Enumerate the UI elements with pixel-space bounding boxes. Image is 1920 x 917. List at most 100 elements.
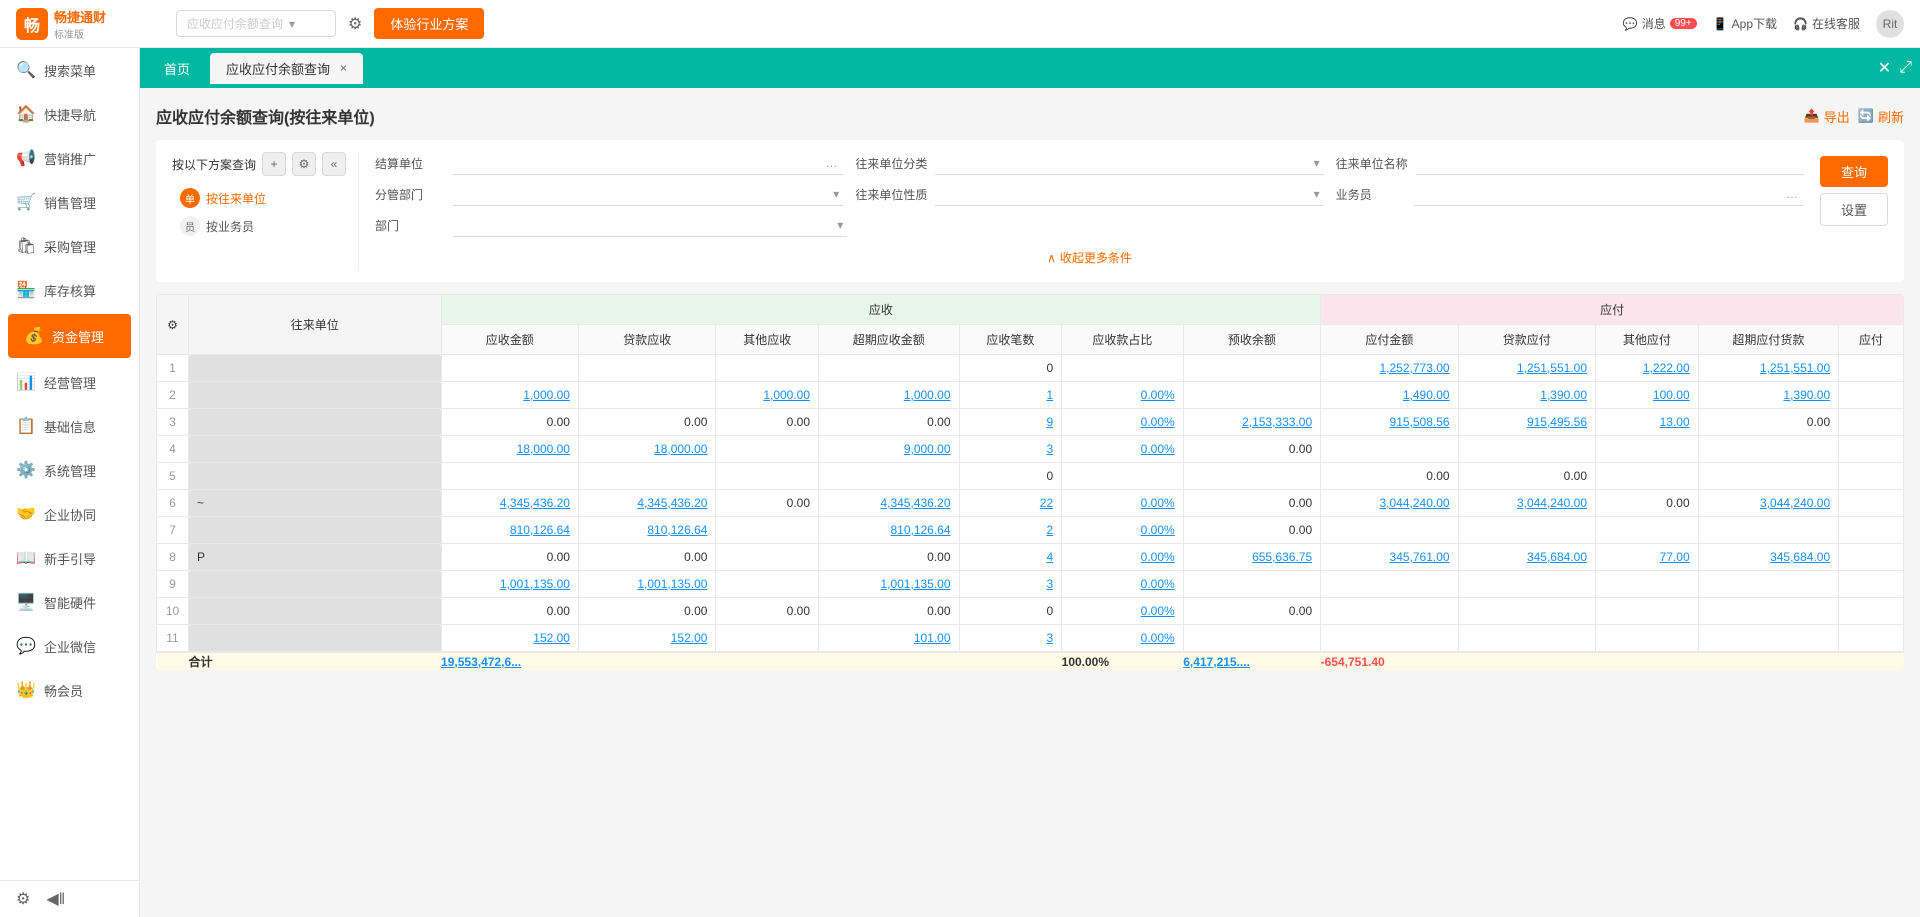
sidebar-item-marketing[interactable]: 📢 营销推广 <box>0 136 139 180</box>
scheme-by-partner[interactable]: 单 按往来单位 <box>172 184 346 212</box>
row-cell[interactable]: 810,126.64 <box>578 517 715 544</box>
row-cell[interactable]: 18,000.00 <box>441 436 578 463</box>
row-cell[interactable]: 18,000.00 <box>578 436 715 463</box>
row-cell[interactable]: 2 <box>959 517 1062 544</box>
tab-home[interactable]: 首页 <box>148 53 206 84</box>
row-cell[interactable]: 0.00% <box>1062 436 1184 463</box>
footer-total-receivable[interactable]: 19,553,472,6... <box>441 652 578 670</box>
row-cell[interactable]: 13.00 <box>1596 409 1699 436</box>
row-cell[interactable]: 1,490.00 <box>1321 382 1458 409</box>
row-cell[interactable]: 4,345,436.20 <box>819 490 960 517</box>
row-cell[interactable]: 3,044,240.00 <box>1458 490 1595 517</box>
row-cell[interactable]: 0.00% <box>1062 625 1184 653</box>
sidebar-item-sales[interactable]: 🛒 销售管理 <box>0 180 139 224</box>
query-button[interactable]: 查询 <box>1820 156 1888 187</box>
field-section-dept-input[interactable]: ▾ <box>453 214 847 237</box>
row-cell[interactable]: 915,508.56 <box>1321 409 1458 436</box>
sidebar-item-hardware[interactable]: 🖥️ 智能硬件 <box>0 580 139 624</box>
field-dept-input[interactable]: ▾ <box>453 183 843 206</box>
set-button[interactable]: 设置 <box>1820 193 1888 226</box>
settings-icon[interactable]: ⚙ <box>348 14 362 34</box>
app-download-item[interactable]: 📱 App下载 <box>1713 15 1777 32</box>
row-cell[interactable]: 0.00% <box>1062 598 1184 625</box>
field-salesperson-input[interactable]: … <box>1414 183 1804 206</box>
close-window-btn[interactable]: ✕ <box>1878 58 1891 78</box>
promo-button[interactable]: 体验行业方案 <box>374 8 484 39</box>
field-partner-name-input[interactable] <box>1416 152 1804 175</box>
row-cell[interactable]: 4,345,436.20 <box>578 490 715 517</box>
row-cell[interactable]: 1,390.00 <box>1698 382 1839 409</box>
row-cell[interactable]: 915,495.56 <box>1458 409 1595 436</box>
settings-header[interactable]: ⚙ <box>157 295 189 355</box>
row-cell[interactable]: 1,001,135.00 <box>819 571 960 598</box>
row-cell[interactable]: 0.00% <box>1062 571 1184 598</box>
row-cell[interactable]: 1,390.00 <box>1458 382 1595 409</box>
row-cell[interactable]: 9 <box>959 409 1062 436</box>
breadcrumb-box[interactable]: 应收应付余额查询 ▾ <box>176 10 336 37</box>
tab-active[interactable]: 应收应付余额查询 × <box>210 53 363 84</box>
collapse-filter-btn[interactable]: « <box>322 152 346 176</box>
sidebar-item-nav[interactable]: 🏠 快捷导航 <box>0 92 139 136</box>
row-cell[interactable]: 1,001,135.00 <box>578 571 715 598</box>
row-cell[interactable]: 77.00 <box>1596 544 1699 571</box>
scheme-by-staff[interactable]: 员 按业务员 <box>172 212 346 240</box>
sidebar-item-operation[interactable]: 📊 经营管理 <box>0 360 139 404</box>
row-cell[interactable]: 152.00 <box>578 625 715 653</box>
row-cell[interactable]: 0.00% <box>1062 382 1184 409</box>
row-cell[interactable]: 345,684.00 <box>1698 544 1839 571</box>
row-cell[interactable]: 3 <box>959 571 1062 598</box>
row-cell[interactable]: 1,252,773.00 <box>1321 355 1458 382</box>
row-cell[interactable]: 0.00% <box>1062 409 1184 436</box>
footer-advance[interactable]: 6,417,215.... <box>1183 652 1320 670</box>
sidebar-item-finance[interactable]: 💰 资金管理 <box>8 314 131 358</box>
user-avatar[interactable]: Rit <box>1876 10 1904 38</box>
sidebar-item-system[interactable]: ⚙️ 系统管理 <box>0 448 139 492</box>
expand-window-btn[interactable]: ⤢ <box>1899 59 1912 77</box>
row-cell[interactable]: 1,001,135.00 <box>441 571 578 598</box>
row-cell[interactable]: 655,636.75 <box>1183 544 1320 571</box>
refresh-button[interactable]: 🔄 刷新 <box>1858 107 1904 126</box>
row-cell[interactable]: 3 <box>959 625 1062 653</box>
row-cell[interactable]: 345,761.00 <box>1321 544 1458 571</box>
field-settlement-input[interactable]: … <box>453 152 843 175</box>
row-cell[interactable]: 345,684.00 <box>1458 544 1595 571</box>
table-wrapper[interactable]: ⚙ 往来单位 应收 应付 应收金额 贷款应收 其他应收 超期应收金额 应收笔数 … <box>156 294 1904 670</box>
gear-bottom-icon[interactable]: ⚙ <box>16 889 30 909</box>
scheme-setting-btn[interactable]: ⚙ <box>292 152 316 176</box>
field-partner-category-input[interactable]: ▾ <box>935 152 1323 175</box>
field-partner-type-input[interactable]: ▾ <box>935 183 1323 206</box>
row-cell[interactable]: 4 <box>959 544 1062 571</box>
sidebar-item-purchase[interactable]: 🛍 采购管理 <box>0 224 139 268</box>
row-cell[interactable]: 22 <box>959 490 1062 517</box>
sidebar-item-search[interactable]: 🔍 搜索菜单 <box>0 48 139 92</box>
row-cell[interactable]: 3,044,240.00 <box>1698 490 1839 517</box>
row-cell[interactable]: 100.00 <box>1596 382 1699 409</box>
row-cell[interactable]: 1,000.00 <box>819 382 960 409</box>
row-cell[interactable]: 3,044,240.00 <box>1321 490 1458 517</box>
row-cell[interactable]: 810,126.64 <box>819 517 960 544</box>
row-cell[interactable]: 810,126.64 <box>441 517 578 544</box>
export-button[interactable]: 📤 导出 <box>1804 107 1850 126</box>
row-cell[interactable]: 101.00 <box>819 625 960 653</box>
collapse-sidebar-icon[interactable]: ◀‖ <box>46 889 65 909</box>
row-cell[interactable]: 2,153,333.00 <box>1183 409 1320 436</box>
sidebar-item-wechat[interactable]: 💬 企业微信 <box>0 624 139 668</box>
tab-close-icon[interactable]: × <box>340 61 347 75</box>
row-cell[interactable]: 1 <box>959 382 1062 409</box>
row-cell[interactable]: 0.00% <box>1062 490 1184 517</box>
sidebar-item-vip[interactable]: 👑 畅会员 <box>0 668 139 712</box>
collapse-more-btn[interactable]: ∧ 收起更多条件 <box>1047 249 1132 266</box>
row-cell[interactable]: 152.00 <box>441 625 578 653</box>
sidebar-item-guide[interactable]: 📖 新手引导 <box>0 536 139 580</box>
row-cell[interactable]: 9,000.00 <box>819 436 960 463</box>
online-service-item[interactable]: 🎧 在线客服 <box>1793 15 1860 32</box>
row-cell[interactable]: 1,251,551.00 <box>1698 355 1839 382</box>
sidebar-item-collab[interactable]: 🤝 企业协同 <box>0 492 139 536</box>
message-item[interactable]: 💬 消息 99+ <box>1623 15 1697 32</box>
row-cell[interactable]: 1,000.00 <box>441 382 578 409</box>
row-cell[interactable]: 0.00% <box>1062 517 1184 544</box>
row-cell[interactable]: 1,251,551.00 <box>1458 355 1595 382</box>
row-cell[interactable]: 3 <box>959 436 1062 463</box>
row-cell[interactable]: 1,000.00 <box>716 382 819 409</box>
row-cell[interactable]: 1,222.00 <box>1596 355 1699 382</box>
